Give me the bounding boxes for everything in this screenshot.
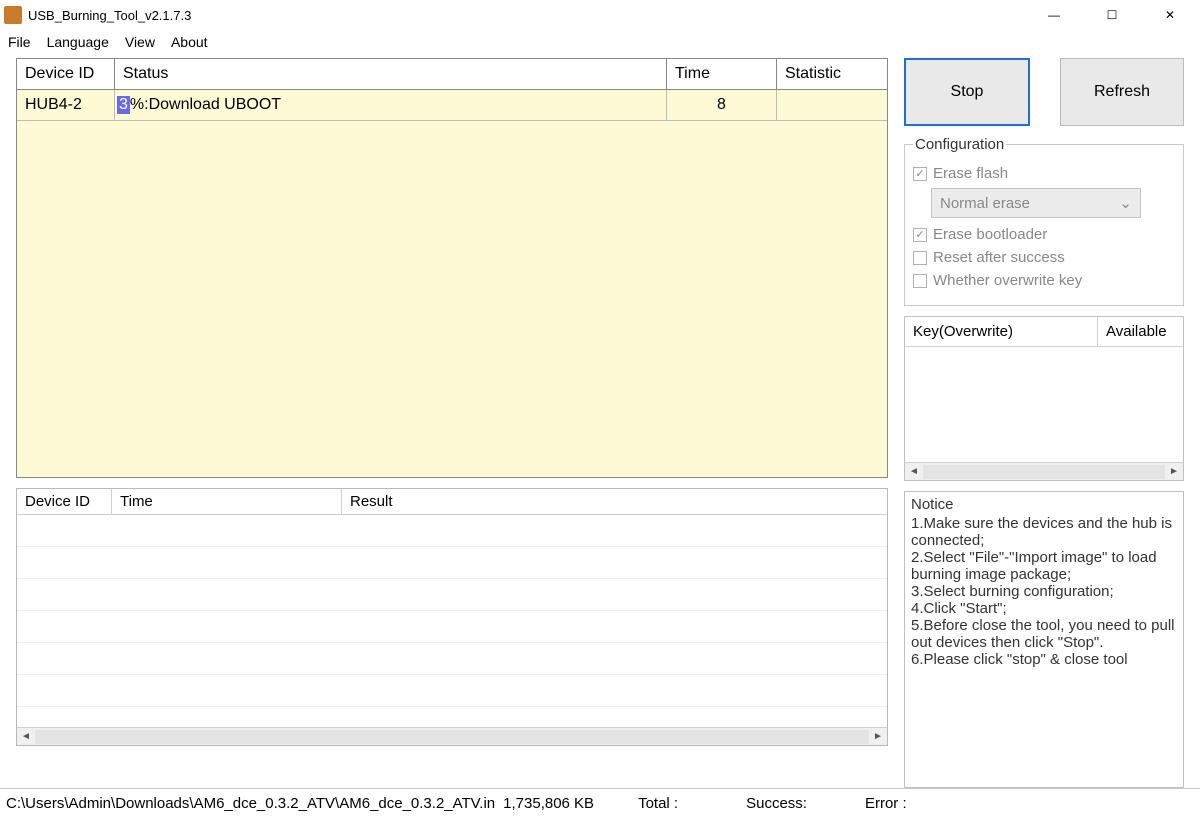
status-size: 1,735,806 KB xyxy=(503,795,594,812)
erase-bootloader-label: Erase bootloader xyxy=(933,226,1047,243)
notice-line: 5.Before close the tool, you need to pul… xyxy=(911,617,1177,651)
reset-after-label: Reset after success xyxy=(933,249,1065,266)
overwrite-key-label: Whether overwrite key xyxy=(933,272,1082,289)
checkbox-icon xyxy=(913,274,927,288)
results-row xyxy=(17,547,887,579)
configuration-legend: Configuration xyxy=(913,136,1006,153)
cell-time: 8 xyxy=(667,90,777,120)
maximize-button[interactable]: ☐ xyxy=(1092,3,1132,27)
status-error: Error : xyxy=(865,795,907,812)
minimize-button[interactable]: — xyxy=(1034,3,1074,27)
col-status[interactable]: Status xyxy=(115,59,667,89)
refresh-button[interactable]: Refresh xyxy=(1060,58,1184,126)
menu-view[interactable]: View xyxy=(125,34,155,50)
scroll-left-icon[interactable]: ◄ xyxy=(17,729,35,745)
status-path: C:\Users\Admin\Downloads\AM6_dce_0.3.2_A… xyxy=(6,795,495,812)
key-col-overwrite[interactable]: Key(Overwrite) xyxy=(905,317,1098,346)
configuration-group: Configuration Erase flash Normal erase ⌄… xyxy=(904,136,1184,306)
menu-language[interactable]: Language xyxy=(47,34,109,50)
results-col-time[interactable]: Time xyxy=(112,489,342,514)
results-row xyxy=(17,675,887,707)
notice-line: 4.Click "Start"; xyxy=(911,600,1177,617)
notice-line: 3.Select burning configuration; xyxy=(911,583,1177,600)
results-row xyxy=(17,515,887,547)
close-button[interactable]: ✕ xyxy=(1150,3,1190,27)
checkbox-icon xyxy=(913,251,927,265)
results-row xyxy=(17,643,887,675)
col-statistic[interactable]: Statistic xyxy=(777,59,887,89)
chevron-down-icon: ⌄ xyxy=(1119,194,1132,212)
status-selected-char: 3 xyxy=(117,96,130,114)
key-h-scrollbar[interactable]: ◄ ► xyxy=(905,462,1183,480)
device-row[interactable]: HUB4-2 3%:Download UBOOT 8 xyxy=(17,90,887,121)
menu-file[interactable]: File xyxy=(8,34,31,50)
devices-table: Device ID Status Time Statistic HUB4-2 3… xyxy=(16,58,888,478)
results-col-device-id[interactable]: Device ID xyxy=(17,489,112,514)
statusbar: C:\Users\Admin\Downloads\AM6_dce_0.3.2_A… xyxy=(0,788,1200,818)
results-col-result[interactable]: Result xyxy=(342,489,887,514)
cell-device-id: HUB4-2 xyxy=(17,90,115,120)
notice-panel: Notice 1.Make sure the devices and the h… xyxy=(904,491,1184,788)
checkbox-icon xyxy=(913,167,927,181)
status-success: Success: xyxy=(746,795,807,812)
app-icon xyxy=(4,6,22,24)
scroll-right-icon[interactable]: ► xyxy=(869,729,887,745)
menu-about[interactable]: About xyxy=(171,34,208,50)
overwrite-key-checkbox[interactable]: Whether overwrite key xyxy=(913,272,1175,289)
checkbox-icon xyxy=(913,228,927,242)
col-device-id[interactable]: Device ID xyxy=(17,59,115,89)
erase-flash-label: Erase flash xyxy=(933,165,1008,182)
erase-mode-value: Normal erase xyxy=(940,195,1030,212)
notice-title: Notice xyxy=(911,496,1177,513)
results-row xyxy=(17,611,887,643)
erase-flash-checkbox[interactable]: Erase flash xyxy=(913,165,1175,182)
reset-after-checkbox[interactable]: Reset after success xyxy=(913,249,1175,266)
results-h-scrollbar[interactable]: ◄ ► xyxy=(17,727,887,745)
results-table: Device ID Time Result ◄ ► xyxy=(16,488,888,746)
erase-mode-select[interactable]: Normal erase ⌄ xyxy=(931,188,1141,218)
key-panel: Key(Overwrite) Available ◄ ► xyxy=(904,316,1184,481)
results-row xyxy=(17,579,887,611)
status-text: %:Download UBOOT xyxy=(130,96,281,114)
notice-line: 6.Please click "stop" & close tool xyxy=(911,651,1177,668)
status-total: Total : xyxy=(638,795,678,812)
notice-line: 1.Make sure the devices and the hub is c… xyxy=(911,515,1177,549)
scroll-right-icon[interactable]: ► xyxy=(1165,464,1183,480)
scroll-left-icon[interactable]: ◄ xyxy=(905,464,923,480)
notice-line: 2.Select "File"-"Import image" to load b… xyxy=(911,549,1177,583)
titlebar: USB_Burning_Tool_v2.1.7.3 — ☐ ✕ xyxy=(0,0,1200,30)
cell-statistic xyxy=(777,90,887,120)
erase-bootloader-checkbox[interactable]: Erase bootloader xyxy=(913,226,1175,243)
window-title: USB_Burning_Tool_v2.1.7.3 xyxy=(28,8,191,23)
col-time[interactable]: Time xyxy=(667,59,777,89)
key-col-available[interactable]: Available xyxy=(1098,317,1183,346)
stop-button[interactable]: Stop xyxy=(904,58,1030,126)
cell-status: 3%:Download UBOOT xyxy=(115,90,667,120)
menubar: File Language View About xyxy=(0,30,1200,58)
